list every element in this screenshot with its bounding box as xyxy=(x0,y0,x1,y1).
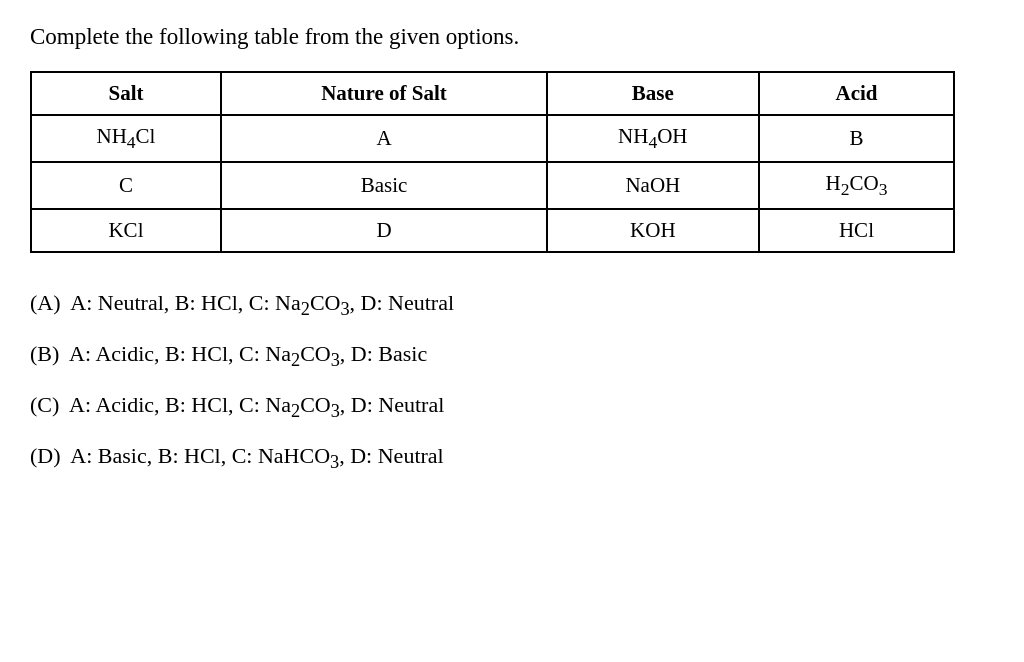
cell-acid-3: HCl xyxy=(759,209,955,252)
options-list: (A) A: Neutral, B: HCl, C: Na2CO3, D: Ne… xyxy=(30,281,994,481)
cell-nature-2: Basic xyxy=(221,162,547,209)
cell-nature-3: D xyxy=(221,209,547,252)
table-header-row: Salt Nature of Salt Base Acid xyxy=(31,72,954,115)
option-b: (B) A: Acidic, B: HCl, C: Na2CO3, D: Bas… xyxy=(30,332,994,379)
cell-salt-3: KCl xyxy=(31,209,221,252)
option-a-label: (A) A: Neutral, B: HCl, C: Na2CO3, D: Ne… xyxy=(30,290,454,315)
option-d: (D) A: Basic, B: HCl, C: NaHCO3, D: Neut… xyxy=(30,434,994,481)
cell-salt-1: NH4Cl xyxy=(31,115,221,162)
col-header-nature: Nature of Salt xyxy=(221,72,547,115)
cell-base-2: NaOH xyxy=(547,162,758,209)
option-c: (C) A: Acidic, B: HCl, C: Na2CO3, D: Neu… xyxy=(30,383,994,430)
col-header-acid: Acid xyxy=(759,72,955,115)
cell-acid-2: H2CO3 xyxy=(759,162,955,209)
table-row: C Basic NaOH H2CO3 xyxy=(31,162,954,209)
cell-base-3: KOH xyxy=(547,209,758,252)
option-b-label: (B) A: Acidic, B: HCl, C: Na2CO3, D: Bas… xyxy=(30,341,427,366)
option-a: (A) A: Neutral, B: HCl, C: Na2CO3, D: Ne… xyxy=(30,281,994,328)
table-row: KCl D KOH HCl xyxy=(31,209,954,252)
cell-acid-1: B xyxy=(759,115,955,162)
chemistry-table: Salt Nature of Salt Base Acid NH4Cl A NH… xyxy=(30,71,955,253)
cell-salt-2: C xyxy=(31,162,221,209)
option-c-label: (C) A: Acidic, B: HCl, C: Na2CO3, D: Neu… xyxy=(30,392,444,417)
col-header-salt: Salt xyxy=(31,72,221,115)
table-row: NH4Cl A NH4OH B xyxy=(31,115,954,162)
option-d-label: (D) A: Basic, B: HCl, C: NaHCO3, D: Neut… xyxy=(30,443,444,468)
cell-nature-1: A xyxy=(221,115,547,162)
cell-base-1: NH4OH xyxy=(547,115,758,162)
instruction-text: Complete the following table from the gi… xyxy=(30,20,994,55)
col-header-base: Base xyxy=(547,72,758,115)
